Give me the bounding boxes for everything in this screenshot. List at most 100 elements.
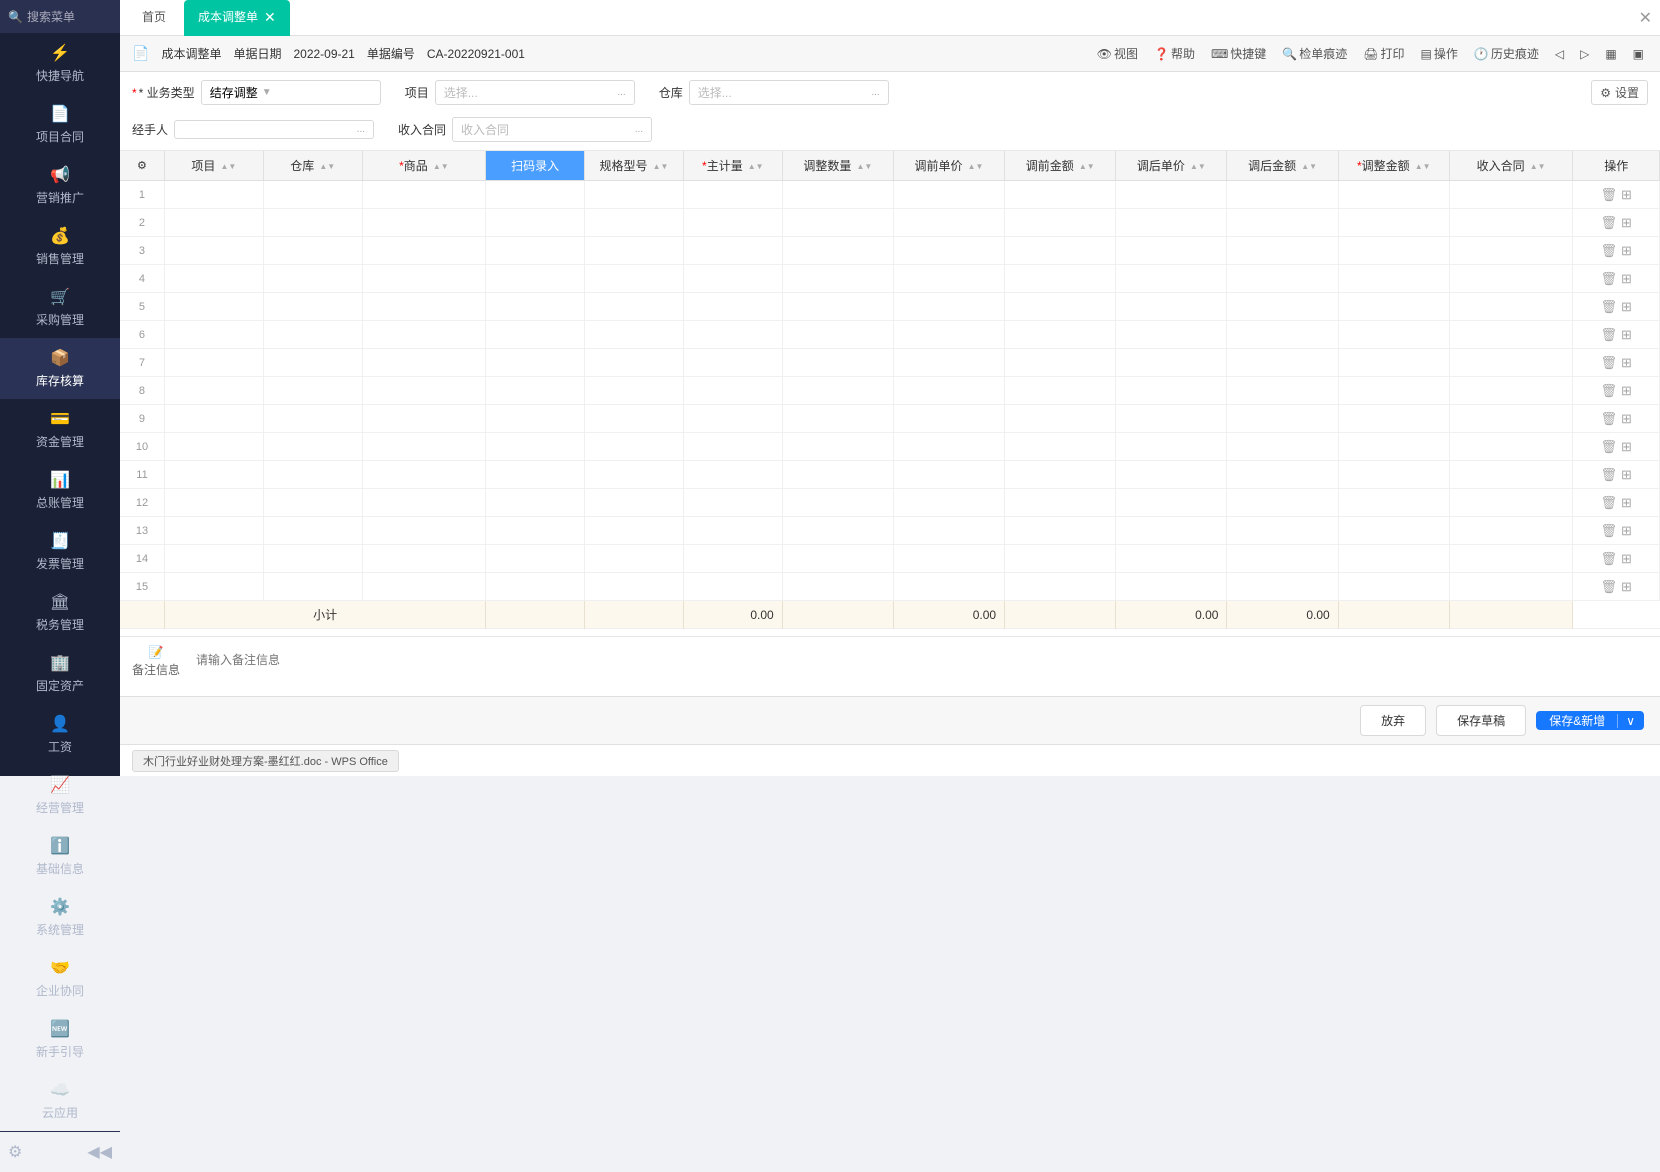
table-cell[interactable] — [1227, 181, 1338, 209]
table-cell[interactable] — [486, 237, 585, 265]
sidebar-item-basic-info[interactable]: ℹ️ 基础信息 — [0, 826, 120, 887]
copy-icon[interactable]: ⊞ — [1621, 187, 1632, 203]
taskbar-item[interactable]: 木门行业好业财处理方案-墨红红.doc - WPS Office — [132, 750, 399, 772]
copy-icon[interactable]: ⊞ — [1621, 243, 1632, 259]
table-cell[interactable] — [1116, 405, 1227, 433]
table-cell[interactable] — [585, 461, 684, 489]
table-cell[interactable] — [362, 377, 486, 405]
table-cell[interactable] — [1338, 237, 1449, 265]
table-cell[interactable] — [1005, 293, 1116, 321]
table-cell[interactable] — [683, 209, 782, 237]
table-cell[interactable] — [263, 517, 362, 545]
copy-icon[interactable]: ⊞ — [1621, 439, 1632, 455]
table-cell[interactable] — [1116, 349, 1227, 377]
table-cell[interactable] — [486, 461, 585, 489]
table-cell[interactable] — [1116, 237, 1227, 265]
table-cell[interactable] — [683, 517, 782, 545]
table-cell[interactable] — [683, 433, 782, 461]
table-cell[interactable] — [1227, 377, 1338, 405]
table-cell[interactable] — [585, 517, 684, 545]
sidebar-item-payroll[interactable]: 👤 工资 — [0, 704, 120, 765]
table-cell[interactable] — [1116, 321, 1227, 349]
table-cell[interactable] — [893, 573, 1004, 601]
tab-close-icon[interactable]: ✕ — [264, 10, 276, 24]
view-button[interactable]: 👁 视图 — [1093, 45, 1142, 62]
table-cell[interactable] — [893, 433, 1004, 461]
table-cell[interactable] — [1338, 545, 1449, 573]
delete-icon[interactable]: 🗑 — [1600, 243, 1617, 259]
delete-icon[interactable]: 🗑 — [1600, 355, 1617, 371]
sidebar-item-system-mgmt[interactable]: ⚙️ 系统管理 — [0, 887, 120, 948]
table-cell[interactable] — [782, 293, 893, 321]
table-cell[interactable] — [164, 461, 263, 489]
table-cell[interactable] — [585, 545, 684, 573]
sidebar-item-sales-mgmt[interactable]: 💰 销售管理 — [0, 216, 120, 277]
table-cell[interactable] — [585, 181, 684, 209]
table-cell[interactable] — [893, 181, 1004, 209]
copy-icon[interactable]: ⊞ — [1621, 579, 1632, 595]
sidebar-item-ledger-mgmt[interactable]: 📊 总账管理 — [0, 460, 120, 521]
table-cell[interactable] — [486, 489, 585, 517]
table-cell[interactable] — [1338, 433, 1449, 461]
table-cell[interactable] — [263, 265, 362, 293]
shortcut-button[interactable]: ⌨ 快捷键 — [1207, 45, 1270, 62]
settings-icon[interactable]: ⚙ — [8, 1142, 22, 1162]
tab-home[interactable]: 首页 — [128, 0, 180, 36]
sidebar-search[interactable]: 🔍 搜索菜单 — [0, 0, 120, 33]
table-cell[interactable] — [683, 461, 782, 489]
table-cell[interactable] — [683, 377, 782, 405]
table-cell[interactable] — [164, 405, 263, 433]
table-cell[interactable] — [164, 321, 263, 349]
table-cell[interactable] — [486, 377, 585, 405]
table-cell[interactable] — [263, 545, 362, 573]
table-cell[interactable] — [893, 461, 1004, 489]
table-cell[interactable] — [263, 209, 362, 237]
col-prev-unit-price[interactable]: 调前单价 ▲▼ — [893, 151, 1004, 181]
table-cell[interactable] — [1338, 573, 1449, 601]
copy-icon[interactable]: ⊞ — [1621, 215, 1632, 231]
table-cell[interactable] — [1449, 181, 1573, 209]
table-cell[interactable] — [782, 181, 893, 209]
delete-icon[interactable]: 🗑 — [1600, 551, 1617, 567]
table-cell[interactable] — [1005, 461, 1116, 489]
delete-icon[interactable]: 🗑 — [1600, 523, 1617, 539]
table-cell[interactable] — [893, 545, 1004, 573]
print-button[interactable]: 🖨 打印 — [1359, 45, 1408, 62]
table-cell[interactable] — [893, 405, 1004, 433]
sidebar-item-newbie-guide[interactable]: 🆕 新手引导 — [0, 1009, 120, 1070]
col-goods[interactable]: *商品 ▲▼ — [362, 151, 486, 181]
table-cell[interactable] — [585, 265, 684, 293]
table-cell[interactable] — [1116, 517, 1227, 545]
table-cell[interactable] — [1449, 405, 1573, 433]
delete-icon[interactable]: 🗑 — [1600, 411, 1617, 427]
table-cell[interactable] — [683, 293, 782, 321]
table-cell[interactable] — [362, 209, 486, 237]
warehouse-input[interactable]: 选择... ... — [689, 80, 889, 105]
table-cell[interactable] — [585, 209, 684, 237]
table-cell[interactable] — [1005, 489, 1116, 517]
table-cell[interactable] — [1449, 237, 1573, 265]
table-cell[interactable] — [164, 209, 263, 237]
table-cell[interactable] — [263, 377, 362, 405]
sidebar-item-fixed-assets[interactable]: 🏢 固定资产 — [0, 643, 120, 704]
notes-icon-group[interactable]: 📝 备注信息 — [132, 645, 180, 678]
delete-icon[interactable]: 🗑 — [1600, 383, 1617, 399]
table-cell[interactable] — [782, 545, 893, 573]
sidebar-item-invoice-mgmt[interactable]: 🧾 发票管理 — [0, 521, 120, 582]
table-cell[interactable] — [263, 321, 362, 349]
table-cell[interactable] — [1227, 545, 1338, 573]
table-cell[interactable] — [1449, 377, 1573, 405]
table-cell[interactable] — [486, 265, 585, 293]
table-cell[interactable] — [782, 377, 893, 405]
table-cell[interactable] — [486, 321, 585, 349]
col-prev-amount[interactable]: 调前金额 ▲▼ — [1005, 151, 1116, 181]
table-cell[interactable] — [585, 489, 684, 517]
table-cell[interactable] — [164, 377, 263, 405]
table-cell[interactable] — [683, 321, 782, 349]
sidebar-item-quick-nav[interactable]: ⚡ 快捷导航 — [0, 33, 120, 94]
table-cell[interactable] — [1449, 265, 1573, 293]
col-adj-qty[interactable]: 调整数量 ▲▼ — [782, 151, 893, 181]
table-cell[interactable] — [486, 433, 585, 461]
table-cell[interactable] — [263, 405, 362, 433]
table-cell[interactable] — [683, 405, 782, 433]
